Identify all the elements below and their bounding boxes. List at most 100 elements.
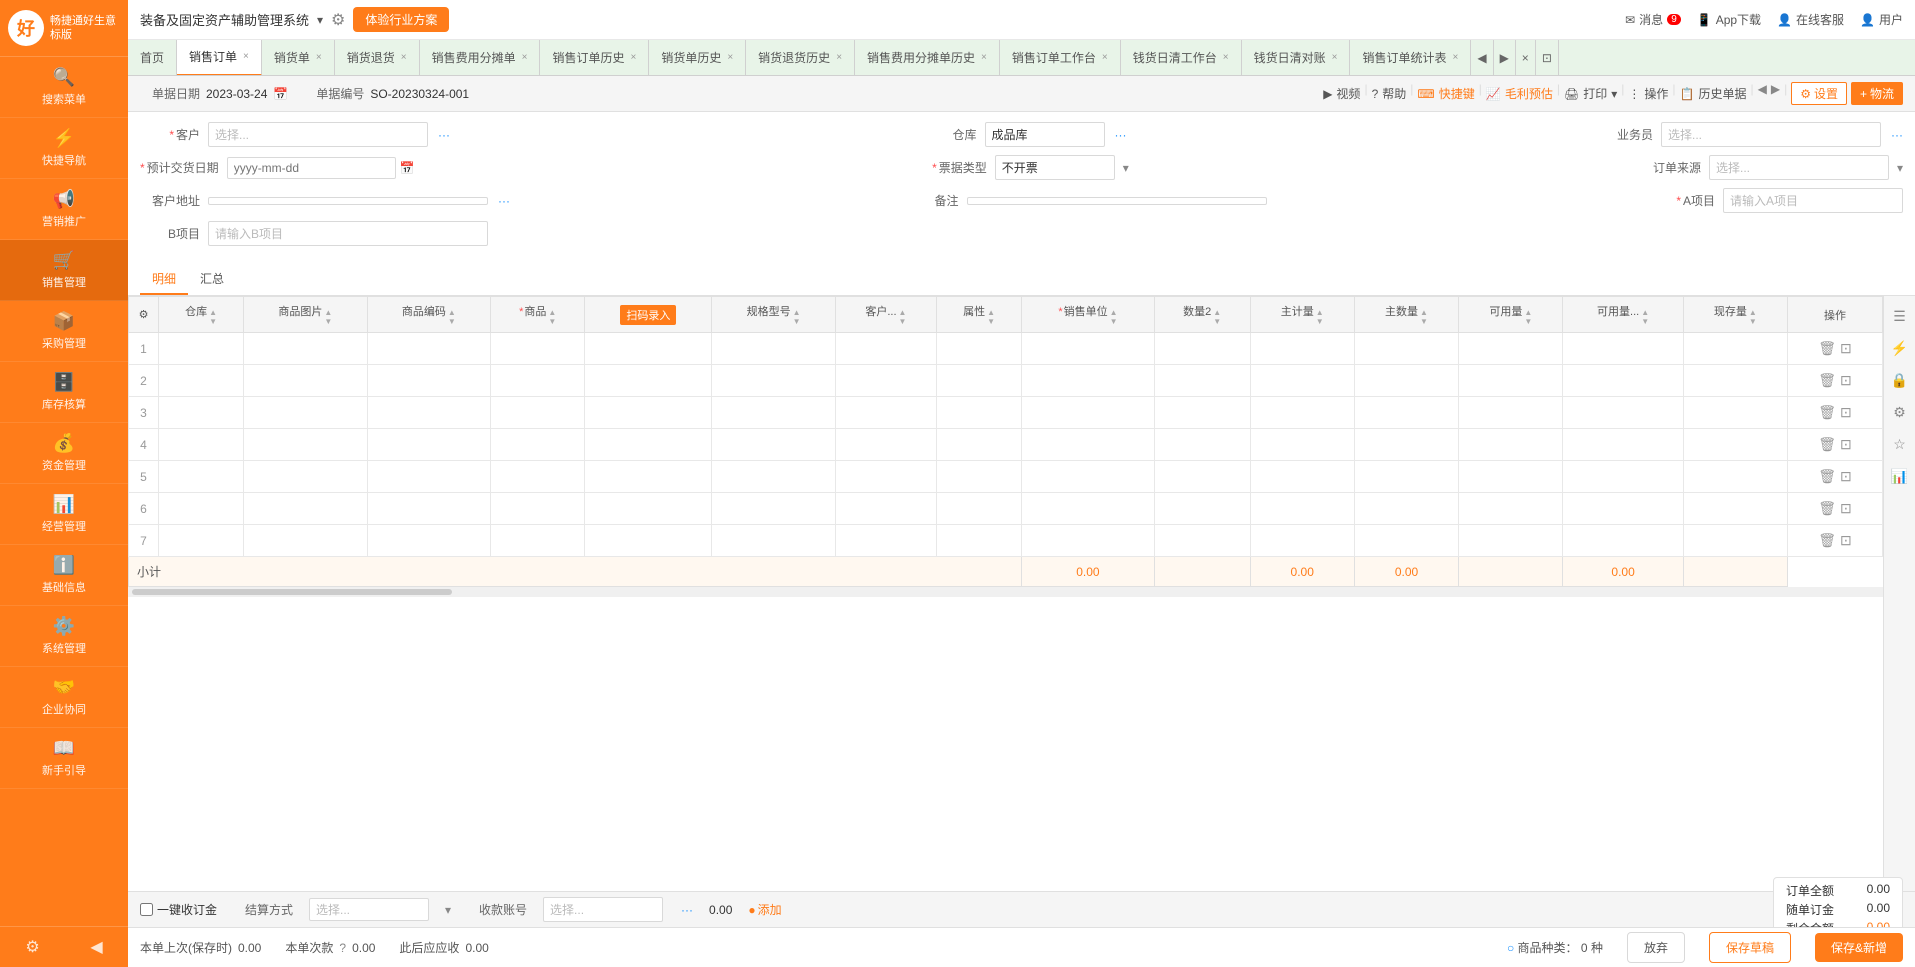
draft-button[interactable]: 保存草稿 bbox=[1709, 932, 1791, 963]
goods-type-icon[interactable]: ○ bbox=[1507, 941, 1514, 955]
col-product_image[interactable]: 商品图片▲▼ bbox=[244, 297, 367, 333]
tab-12[interactable]: 销售订单统计表× bbox=[1350, 40, 1471, 76]
side-panel-btn-3[interactable]: 🔒 bbox=[1888, 368, 1912, 392]
one-key-checkbox-input[interactable] bbox=[140, 903, 153, 916]
sort-icon[interactable]: ▲▼ bbox=[548, 308, 556, 326]
tab-0[interactable]: 首页 bbox=[128, 40, 177, 76]
history-button[interactable]: 📋 历史单据 bbox=[1680, 82, 1747, 105]
solution-button[interactable]: 体验行业方案 bbox=[353, 7, 449, 32]
remarks-input[interactable] bbox=[967, 197, 1267, 205]
invoice-type-select[interactable]: 不开票 bbox=[995, 155, 1115, 180]
customer-address-input[interactable] bbox=[208, 197, 488, 205]
col-qty2[interactable]: 数量2▲▼ bbox=[1154, 297, 1250, 333]
col-actions[interactable]: 操作 bbox=[1788, 297, 1883, 333]
delete-icon[interactable]: 🗑 bbox=[1818, 372, 1836, 388]
col-product[interactable]: 商品▲▼ bbox=[491, 297, 585, 333]
tab-8[interactable]: 销售费用分摊单历史× bbox=[855, 40, 1000, 76]
tab-nav-btn-0[interactable]: ◀ bbox=[1471, 40, 1493, 76]
sidebar-bottom[interactable]: ⚙ ◀ bbox=[0, 926, 128, 967]
tab-close-icon[interactable]: × bbox=[401, 52, 407, 63]
order-source-dropdown-icon[interactable]: ▾ bbox=[1897, 161, 1903, 175]
tab-5[interactable]: 销售订单历史× bbox=[540, 40, 649, 76]
tab-6[interactable]: 销货单历史× bbox=[649, 40, 746, 76]
sort-icon[interactable]: ▲▼ bbox=[1524, 308, 1532, 326]
logistics-button[interactable]: + 物流 bbox=[1851, 82, 1903, 105]
current-balance-help-icon[interactable]: ? bbox=[339, 941, 346, 955]
tab-4[interactable]: 销售费用分摊单× bbox=[420, 40, 541, 76]
sort-icon[interactable]: ▲▼ bbox=[793, 308, 801, 326]
copy-icon[interactable]: ⊡ bbox=[1840, 468, 1852, 484]
cell-actions[interactable]: 🗑⊡ bbox=[1788, 333, 1883, 365]
col-sales_unit[interactable]: 销售单位▲▼ bbox=[1022, 297, 1155, 333]
tab-10[interactable]: 钱货日清工作台× bbox=[1121, 40, 1242, 76]
add-button[interactable]: ● 添加 bbox=[748, 901, 781, 918]
operate-button[interactable]: ⋮ 操作 bbox=[1628, 82, 1668, 105]
col-scan[interactable]: 扫码录入 bbox=[585, 297, 712, 333]
customer-input[interactable]: 选择... bbox=[208, 122, 428, 147]
tab-close-icon[interactable]: × bbox=[243, 51, 249, 62]
inner-tab-明细[interactable]: 明细 bbox=[140, 264, 188, 295]
cell-actions[interactable]: 🗑⊡ bbox=[1788, 397, 1883, 429]
col-customer_code[interactable]: 客户...▲▼ bbox=[835, 297, 936, 333]
tab-close-icon[interactable]: × bbox=[1102, 52, 1108, 63]
address-more-icon[interactable]: ··· bbox=[498, 194, 510, 208]
topbar-gear-icon[interactable]: ⚙ bbox=[331, 10, 345, 30]
col-available[interactable]: 可用量▲▼ bbox=[1459, 297, 1563, 333]
account-more-icon[interactable]: ··· bbox=[681, 903, 693, 917]
delete-icon[interactable]: 🗑 bbox=[1818, 468, 1836, 484]
side-panel-btn-6[interactable]: 📊 bbox=[1888, 464, 1912, 488]
sort-icon[interactable]: ▲▼ bbox=[1110, 308, 1118, 326]
order-source-input[interactable]: 选择... bbox=[1709, 155, 1889, 180]
delivery-date-input[interactable] bbox=[227, 157, 396, 179]
settings-icon[interactable]: ⚙ bbox=[25, 937, 39, 957]
invoice-dropdown-icon[interactable]: ▾ bbox=[1123, 161, 1129, 175]
warehouse-input[interactable]: 成品库 bbox=[985, 122, 1105, 147]
tab-nav-btn-2[interactable]: × bbox=[1516, 40, 1536, 76]
sidebar-item-基础信息[interactable]: ℹ️基础信息 bbox=[0, 545, 128, 606]
view-button[interactable]: ▶ 视频 bbox=[1323, 82, 1360, 105]
tab-close-icon[interactable]: × bbox=[630, 52, 636, 63]
col-main_unit[interactable]: 主计量▲▼ bbox=[1250, 297, 1354, 333]
customer-more-icon[interactable]: ··· bbox=[438, 128, 450, 142]
nav-prev-icon[interactable]: ◀ bbox=[1758, 82, 1767, 105]
tab-close-icon[interactable]: × bbox=[1452, 52, 1458, 63]
tab-1[interactable]: 销售订单× bbox=[177, 40, 262, 76]
col-main_qty[interactable]: 主数量▲▼ bbox=[1354, 297, 1458, 333]
tab-2[interactable]: 销货单× bbox=[262, 40, 335, 76]
tab-3[interactable]: 销货退货× bbox=[335, 40, 420, 76]
one-key-checkbox[interactable]: 一键收订金 bbox=[140, 901, 217, 918]
sidebar-item-新手引导[interactable]: 📖新手引导 bbox=[0, 728, 128, 789]
profit-button[interactable]: 📈 毛利预估 bbox=[1486, 82, 1553, 105]
salesperson-more-icon[interactable]: ··· bbox=[1891, 128, 1903, 142]
copy-icon[interactable]: ⊡ bbox=[1840, 404, 1852, 420]
cell-actions[interactable]: 🗑⊡ bbox=[1788, 493, 1883, 525]
nav-next-icon[interactable]: ▶ bbox=[1771, 82, 1780, 105]
col-attributes[interactable]: 属性▲▼ bbox=[936, 297, 1021, 333]
sort-icon[interactable]: ▲▼ bbox=[324, 308, 332, 326]
sidebar-item-资金管理[interactable]: 💰资金管理 bbox=[0, 423, 128, 484]
side-panel-btn-2[interactable]: ⚡ bbox=[1888, 336, 1912, 360]
copy-icon[interactable]: ⊡ bbox=[1840, 340, 1852, 356]
settings-panel-button[interactable]: ⚙ 设置 bbox=[1791, 82, 1847, 105]
app-download-button[interactable]: 📱 App下载 bbox=[1697, 11, 1761, 28]
scroll-bar-area[interactable] bbox=[128, 587, 1883, 597]
sidebar-item-搜索菜单[interactable]: 🔍搜索菜单 bbox=[0, 57, 128, 118]
sort-icon[interactable]: ▲▼ bbox=[987, 308, 995, 326]
delete-icon[interactable]: 🗑 bbox=[1818, 340, 1836, 356]
salesperson-input[interactable]: 选择... bbox=[1661, 122, 1881, 147]
sort-icon[interactable]: ▲▼ bbox=[1316, 308, 1324, 326]
tab-close-icon[interactable]: × bbox=[522, 52, 528, 63]
system-dropdown[interactable]: ▾ bbox=[317, 13, 323, 27]
side-panel-btn-1[interactable]: ☰ bbox=[1888, 304, 1912, 328]
payment-method-select[interactable]: 选择... bbox=[309, 898, 429, 921]
print-dropdown-icon[interactable]: ▾ bbox=[1611, 87, 1617, 101]
sort-icon[interactable]: ▲▼ bbox=[1749, 308, 1757, 326]
sidebar-item-经营管理[interactable]: 📊经营管理 bbox=[0, 484, 128, 545]
copy-icon[interactable]: ⊡ bbox=[1840, 532, 1852, 548]
scan-button[interactable]: 扫码录入 bbox=[620, 305, 676, 325]
side-panel-btn-4[interactable]: ⚙ bbox=[1888, 400, 1912, 424]
sort-icon[interactable]: ▲▼ bbox=[899, 308, 907, 326]
sidebar-item-采购管理[interactable]: 📦采购管理 bbox=[0, 301, 128, 362]
tab-close-icon[interactable]: × bbox=[1332, 52, 1338, 63]
sidebar-item-企业协同[interactable]: 🤝企业协同 bbox=[0, 667, 128, 728]
